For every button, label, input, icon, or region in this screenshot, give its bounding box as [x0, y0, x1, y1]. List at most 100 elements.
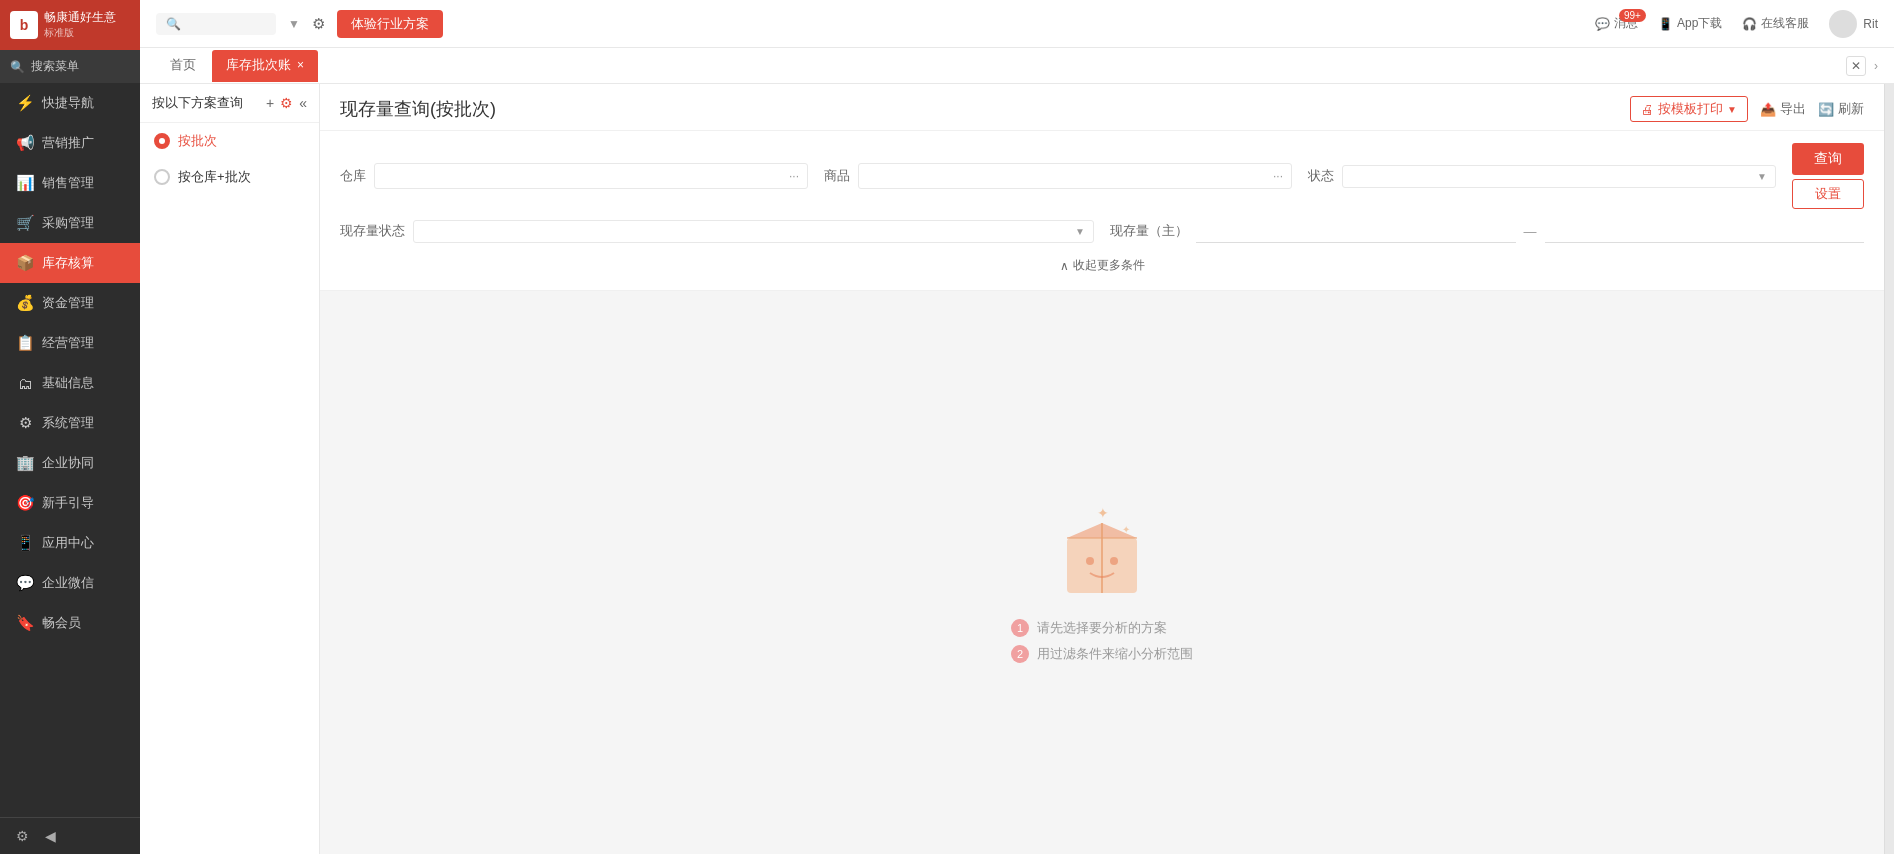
- sidebar-item-marketing[interactable]: 📢 营销推广: [0, 123, 140, 163]
- scheme-collapse-icon[interactable]: «: [299, 95, 307, 111]
- tab-close-icon[interactable]: ×: [297, 58, 304, 72]
- stock-qty-min-input[interactable]: [1196, 219, 1516, 243]
- user-group[interactable]: Rit: [1829, 10, 1878, 38]
- template-print-label: 按模板打印: [1658, 100, 1723, 118]
- topbar-settings-icon[interactable]: ⚙: [312, 15, 325, 33]
- refresh-button[interactable]: 🔄 刷新: [1818, 100, 1864, 118]
- empty-state: ✦ ✦ 1 请先选择要分析的方案 2 用过滤条件来缩: [320, 291, 1884, 854]
- tip-num-2: 2: [1011, 645, 1029, 663]
- status-label: 状态: [1308, 167, 1334, 185]
- sidebar-item-label: 畅会员: [42, 614, 81, 632]
- export-button[interactable]: 📤 导出: [1760, 100, 1806, 118]
- sidebar-item-purchase[interactable]: 🛒 采购管理: [0, 203, 140, 243]
- topbar-dropdown-icon[interactable]: ▼: [288, 17, 300, 31]
- action-buttons: 查询 设置: [1792, 143, 1864, 209]
- export-icon: 📤: [1760, 102, 1776, 117]
- sidebar-item-wechat[interactable]: 💬 企业微信: [0, 563, 140, 603]
- tip-text-1: 请先选择要分析的方案: [1037, 619, 1167, 637]
- settings-footer-icon[interactable]: ⚙: [16, 828, 29, 844]
- warehouse-label: 仓库: [340, 167, 366, 185]
- right-scrollbar[interactable]: [1884, 84, 1894, 854]
- status-dropdown-icon: ▼: [1757, 171, 1767, 182]
- tab-close-window-btn[interactable]: ✕: [1846, 56, 1866, 76]
- empty-tip-2: 2 用过滤条件来缩小分析范围: [1011, 645, 1193, 663]
- tab-home[interactable]: 首页: [156, 50, 210, 82]
- sidebar-item-label: 系统管理: [42, 414, 94, 432]
- stock-status-select[interactable]: ▼: [413, 220, 1094, 243]
- sidebar-item-system[interactable]: ⚙ 系统管理: [0, 403, 140, 443]
- scheme-by-warehouse-batch-label: 按仓库+批次: [178, 168, 251, 186]
- sidebar-item-label: 库存核算: [42, 254, 94, 272]
- sidebar-item-label: 企业微信: [42, 574, 94, 592]
- sidebar-item-newbie[interactable]: 🎯 新手引导: [0, 483, 140, 523]
- sidebar-item-label: 销售管理: [42, 174, 94, 192]
- empty-illustration-svg: ✦ ✦: [1042, 483, 1162, 603]
- stock-status-filter: 现存量状态 ▼: [340, 220, 1094, 243]
- collapse-sidebar-icon[interactable]: ◀: [45, 828, 56, 844]
- sidebar-item-finance[interactable]: 💰 资金管理: [0, 283, 140, 323]
- app-download-group[interactable]: 📱 App下载: [1658, 15, 1722, 32]
- content-area: 按以下方案查询 + ⚙ « 按批次 按仓库+批次: [140, 84, 1894, 854]
- stock-qty-filter: 现存量（主） —: [1110, 219, 1864, 243]
- sidebar-search[interactable]: 🔍 搜索菜单: [0, 50, 140, 83]
- filter-settings-button[interactable]: 设置: [1792, 179, 1864, 209]
- product-more-icon[interactable]: ···: [1273, 169, 1283, 183]
- topbar-search-box[interactable]: 🔍: [156, 13, 276, 35]
- tab-inventory-batch[interactable]: 库存批次账 ×: [212, 50, 318, 82]
- product-input-box[interactable]: ···: [858, 163, 1292, 189]
- experience-industry-button[interactable]: 体验行业方案: [337, 10, 443, 38]
- app-logo: b: [10, 11, 38, 39]
- sidebar-item-label: 营销推广: [42, 134, 94, 152]
- empty-tip-1: 1 请先选择要分析的方案: [1011, 619, 1167, 637]
- scheme-by-warehouse-batch[interactable]: 按仓库+批次: [140, 159, 319, 195]
- app-download-label: App下载: [1677, 15, 1722, 32]
- print-dropdown-icon[interactable]: ▼: [1727, 104, 1737, 115]
- enterprise-icon: 🏢: [16, 454, 34, 472]
- inventory-icon: 📦: [16, 254, 34, 272]
- product-label: 商品: [824, 167, 850, 185]
- business-icon: 📋: [16, 334, 34, 352]
- sidebar-item-label: 经营管理: [42, 334, 94, 352]
- sidebar-item-business[interactable]: 📋 经营管理: [0, 323, 140, 363]
- scheme-dot-empty: [154, 169, 170, 185]
- sidebar-item-basic-info[interactable]: 🗂 基础信息: [0, 363, 140, 403]
- collapse-filters-row[interactable]: ∧ 收起更多条件: [340, 253, 1864, 278]
- svg-text:✦: ✦: [1097, 505, 1109, 521]
- online-service-label: 在线客服: [1761, 15, 1809, 32]
- warehouse-input-box[interactable]: ···: [374, 163, 808, 189]
- query-button[interactable]: 查询: [1792, 143, 1864, 175]
- export-label: 导出: [1780, 100, 1806, 118]
- warehouse-more-icon[interactable]: ···: [789, 169, 799, 183]
- app-center-icon: 📱: [16, 534, 34, 552]
- scheme-panel-header: 按以下方案查询 + ⚙ «: [140, 84, 319, 123]
- scheme-add-icon[interactable]: +: [266, 95, 274, 111]
- template-print-button[interactable]: 🖨 按模板打印 ▼: [1630, 96, 1748, 122]
- tab-inventory-batch-label: 库存批次账: [226, 56, 291, 74]
- sidebar-item-sales[interactable]: 📊 销售管理: [0, 163, 140, 203]
- tip-text-2: 用过滤条件来缩小分析范围: [1037, 645, 1193, 663]
- sidebar-search-label: 搜索菜单: [31, 58, 79, 75]
- tip-num-1: 1: [1011, 619, 1029, 637]
- sidebar-item-label: 基础信息: [42, 374, 94, 392]
- sidebar-item-member[interactable]: 🔖 畅会员: [0, 603, 140, 643]
- app-download-icon: 📱: [1658, 17, 1673, 31]
- online-service-group[interactable]: 🎧 在线客服: [1742, 15, 1809, 32]
- message-group[interactable]: 💬 消息 99+: [1595, 15, 1638, 32]
- sidebar-item-app-center[interactable]: 📱 应用中心: [0, 523, 140, 563]
- svg-text:✦: ✦: [1122, 524, 1130, 535]
- status-select[interactable]: ▼: [1342, 165, 1776, 188]
- sales-icon: 📊: [16, 174, 34, 192]
- main-area: 🔍 ▼ ⚙ 体验行业方案 💬 消息 99+ 📱 App下载 🎧 在线客服 Rit: [140, 0, 1894, 854]
- sidebar-item-enterprise[interactable]: 🏢 企业协同: [0, 443, 140, 483]
- scheme-settings-icon[interactable]: ⚙: [280, 95, 293, 111]
- stock-qty-max-input[interactable]: [1545, 219, 1865, 243]
- sidebar-header: b 畅康通好生意 标准版: [0, 0, 140, 50]
- tab-arrow-icon[interactable]: ›: [1874, 59, 1878, 73]
- status-filter: 状态 ▼: [1308, 165, 1776, 188]
- sidebar-item-inventory[interactable]: 📦 库存核算: [0, 243, 140, 283]
- wechat-icon: 💬: [16, 574, 34, 592]
- sidebar-item-quick-nav[interactable]: ⚡ 快捷导航: [0, 83, 140, 123]
- scheme-by-batch[interactable]: 按批次: [140, 123, 319, 159]
- filter-row-1: 仓库 ··· 商品 ··· 状态: [340, 143, 1864, 209]
- refresh-label: 刷新: [1838, 100, 1864, 118]
